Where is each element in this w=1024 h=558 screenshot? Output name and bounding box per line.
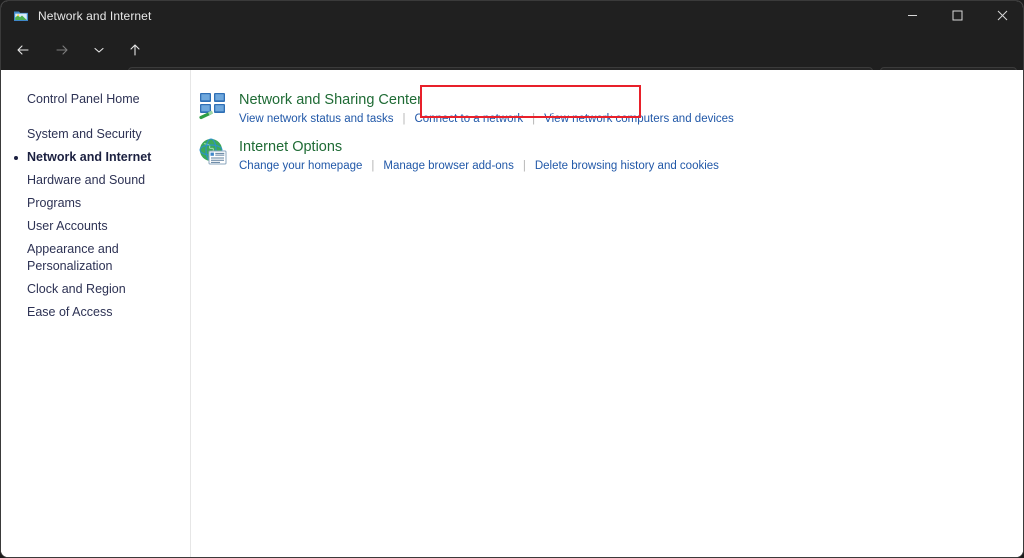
category-links: Change your homepage | Manage browser ad… (239, 159, 719, 174)
category-body: Network and Sharing Center View network … (239, 89, 734, 127)
link-divider: | (371, 159, 374, 174)
network-sharing-icon (197, 89, 229, 121)
link-divider: | (532, 112, 535, 127)
sidebar-item-control-panel-home[interactable]: Control Panel Home (1, 88, 190, 111)
category-network-and-sharing-center: Network and Sharing Center View network … (191, 89, 1024, 127)
navigation-bar: › Control Panel › Network and Internet ›… (1, 30, 1024, 70)
category-list: Network and Sharing Center View network … (191, 70, 1024, 558)
sidebar: Control Panel Home System and Security N… (1, 70, 191, 558)
category-title-internet-options[interactable]: Internet Options (239, 137, 342, 157)
link-view-network-computers-and-devices[interactable]: View network computers and devices (544, 112, 734, 127)
close-button[interactable] (980, 1, 1024, 30)
window-controls (890, 1, 1024, 30)
category-title-network-and-sharing-center[interactable]: Network and Sharing Center (239, 90, 422, 110)
link-view-network-status-and-tasks[interactable]: View network status and tasks (239, 112, 393, 127)
maximize-button[interactable] (935, 1, 980, 30)
recent-locations-button[interactable] (84, 35, 114, 65)
internet-options-globe-icon (197, 136, 229, 168)
link-delete-browsing-history-and-cookies[interactable]: Delete browsing history and cookies (535, 159, 719, 174)
category-body: Internet Options Change your homepage | … (239, 136, 719, 174)
back-button[interactable] (8, 35, 38, 65)
sidebar-item-user-accounts[interactable]: User Accounts (1, 215, 190, 238)
sidebar-item-programs[interactable]: Programs (1, 192, 190, 215)
link-connect-to-a-network[interactable]: Connect to a network (414, 112, 523, 127)
forward-button[interactable] (47, 35, 77, 65)
link-manage-browser-add-ons[interactable]: Manage browser add-ons (383, 159, 513, 174)
up-button[interactable] (120, 35, 150, 65)
network-folder-icon (13, 8, 29, 24)
link-divider: | (402, 112, 405, 127)
sidebar-item-network-and-internet[interactable]: Network and Internet (1, 146, 190, 169)
sidebar-item-system-and-security[interactable]: System and Security (1, 123, 190, 146)
minimize-button[interactable] (890, 1, 935, 30)
category-internet-options: Internet Options Change your homepage | … (191, 136, 1024, 174)
link-divider: | (523, 159, 526, 174)
category-links: View network status and tasks | Connect … (239, 112, 734, 127)
window-title: Network and Internet (38, 9, 151, 23)
sidebar-item-ease-of-access[interactable]: Ease of Access (1, 301, 190, 324)
title-bar: Network and Internet (1, 1, 1024, 30)
sidebar-item-clock-and-region[interactable]: Clock and Region (1, 278, 190, 301)
content-area: Control Panel Home System and Security N… (1, 70, 1024, 558)
link-change-your-homepage[interactable]: Change your homepage (239, 159, 362, 174)
sidebar-item-appearance-and-personalization[interactable]: Appearance and Personalization (1, 238, 190, 278)
control-panel-window: Network and Internet (0, 0, 1024, 558)
sidebar-item-hardware-and-sound[interactable]: Hardware and Sound (1, 169, 190, 192)
